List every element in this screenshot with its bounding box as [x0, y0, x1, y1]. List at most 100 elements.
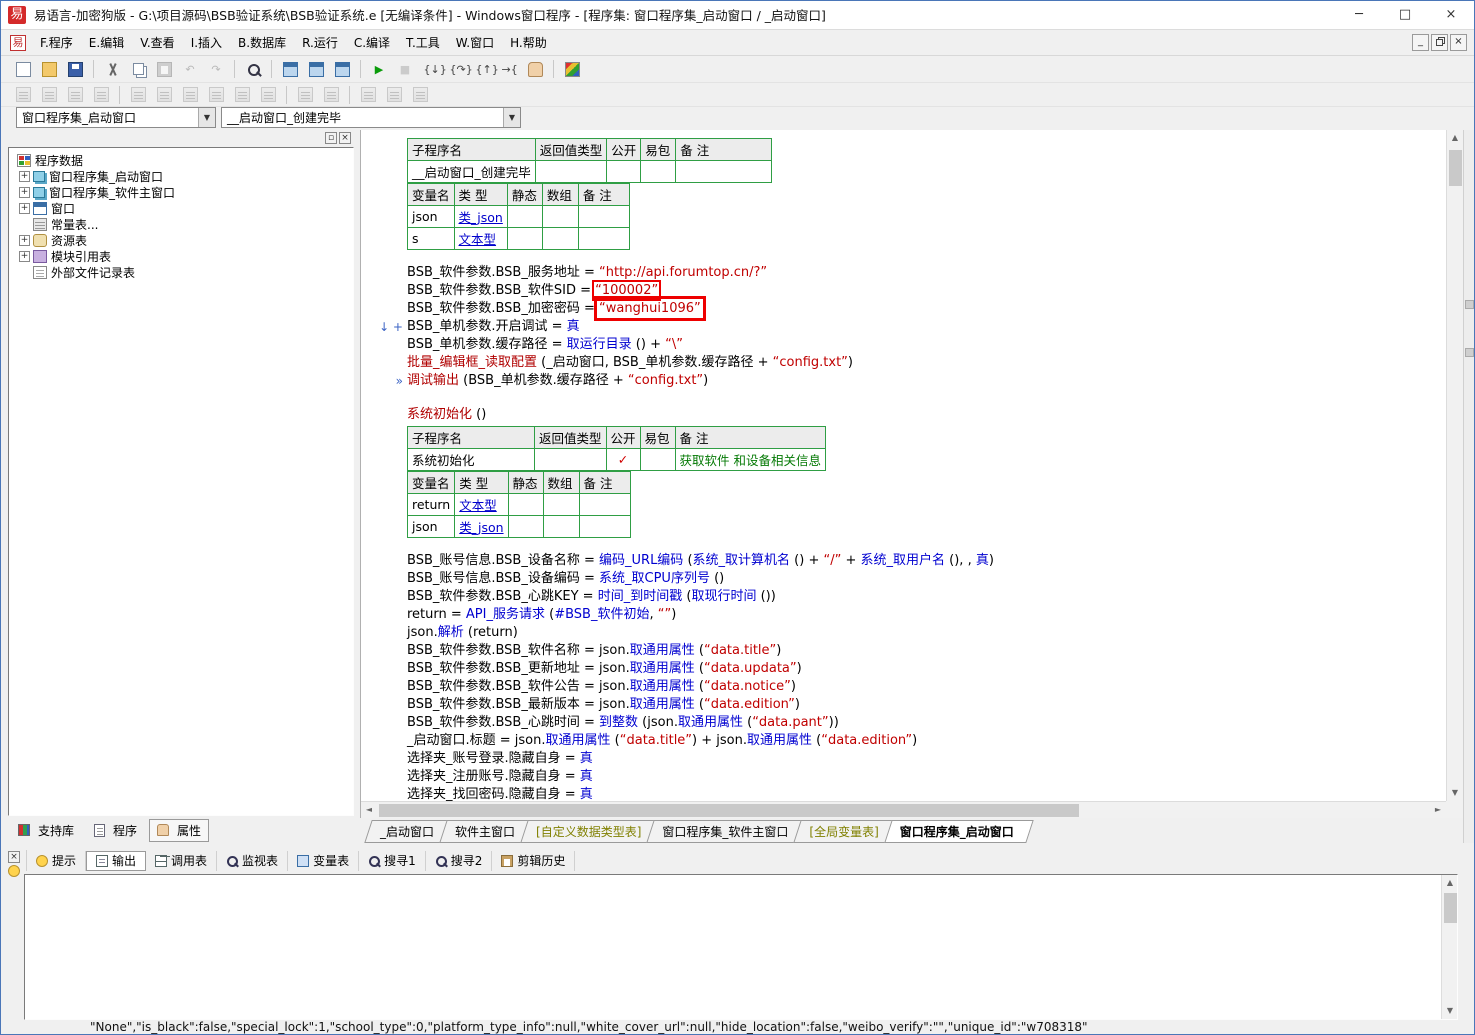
menu-item[interactable]: H.帮助 — [502, 32, 555, 54]
editor-vertical-scrollbar[interactable]: ▲ ▼ — [1446, 130, 1463, 801]
code-line[interactable]: BSB_软件参数.BSB_加密密码 = “wanghui1096” — [407, 296, 1446, 321]
window-tile-button[interactable] — [278, 58, 302, 80]
scroll-up-icon[interactable]: ▲ — [1442, 875, 1458, 891]
menu-item[interactable]: V.查看 — [132, 32, 182, 54]
code-line[interactable]: BSB_软件参数.BSB_最新版本 = json.取通用属性 (“data.ed… — [407, 696, 1446, 714]
scroll-up-icon[interactable]: ▲ — [1447, 130, 1463, 146]
menu-item[interactable]: F.程序 — [32, 32, 81, 54]
expand-icon[interactable]: + — [19, 202, 30, 214]
table-cell[interactable] — [534, 448, 607, 471]
table-cell[interactable] — [541, 227, 579, 250]
find-button[interactable] — [241, 58, 265, 80]
code-line[interactable]: BSB_账号信息.BSB_设备编码 = 系统_取CPU序列号 () — [407, 570, 1446, 588]
code-line[interactable]: 选择夹_账号登录.隐藏自身 = 真 — [407, 750, 1446, 768]
step-into-button[interactable]: {↓} — [419, 58, 447, 80]
menu-item[interactable]: C.编译 — [346, 32, 398, 54]
bottom-tab[interactable]: 剪辑历史 — [492, 850, 576, 871]
code-block[interactable]: BSB_软件参数.BSB_服务地址 = “http://api.forumtop… — [379, 264, 1446, 390]
code-editor[interactable]: 子程序名 返回值类型 公开 易包备 注 __启动窗口_创建完毕 变量名类 型静态 数组备 … — [360, 130, 1463, 818]
table-cell[interactable]: __启动窗口_创建完毕 — [407, 160, 536, 183]
tree-item[interactable]: 外部文件记录表 — [9, 264, 353, 280]
code-line[interactable]: 批量_编辑框_读取配置 (_启动窗口, BSB_单机参数.缓存路径 + “con… — [407, 354, 1446, 372]
menu-item[interactable]: I.插入 — [183, 32, 230, 54]
table-cell[interactable] — [578, 493, 631, 516]
table-cell[interactable]: 类_json — [454, 515, 509, 538]
code-line[interactable]: BSB_软件参数.BSB_心跳KEY = 时间_到时间戳 (取现行时间 ()) — [407, 588, 1446, 606]
table-cell[interactable]: return — [406, 493, 456, 516]
left-tab[interactable]: 支持库 — [10, 819, 82, 842]
window-split-button[interactable] — [304, 58, 328, 80]
table-cell[interactable]: s — [407, 227, 455, 250]
expand-icon[interactable]: + — [19, 170, 30, 182]
table-cell[interactable] — [675, 160, 773, 183]
table-cell[interactable] — [541, 205, 579, 228]
code-line[interactable]: 选择夹_注册账号.隐藏自身 = 真 — [407, 768, 1446, 786]
code-line[interactable]: BSB_账号信息.BSB_设备名称 = 编码_URL编码 (系统_取计算机名 (… — [407, 552, 1446, 570]
expand-icon[interactable]: + — [19, 186, 30, 198]
editor-horizontal-scrollbar[interactable]: ◄ ► — [361, 801, 1446, 818]
code-line[interactable]: » 调试输出 (BSB_单机参数.缓存路径 + “config.txt”) — [396, 372, 1446, 390]
scroll-right-icon[interactable]: ► — [1430, 802, 1446, 818]
menu-item[interactable]: R.运行 — [294, 32, 346, 54]
code-line[interactable]: BSB_软件参数.BSB_软件名称 = json.取通用属性 (“data.ti… — [407, 642, 1446, 660]
mdi-minimize-button[interactable]: _ — [1412, 34, 1429, 51]
editor-tab[interactable]: [全局变量表] — [797, 820, 894, 843]
chevron-down-icon[interactable]: ▼ — [503, 108, 520, 127]
table-cell[interactable] — [542, 515, 580, 538]
editor-tab[interactable]: 窗口程序集_启动窗口 — [888, 820, 1030, 843]
chevron-down-icon[interactable]: ▼ — [198, 108, 215, 127]
table-cell[interactable] — [578, 515, 631, 538]
table-cell[interactable]: json — [406, 515, 456, 538]
output-vertical-scrollbar[interactable]: ▲ ▼ — [1441, 875, 1457, 1019]
code-line[interactable]: BSB_软件参数.BSB_更新地址 = json.取通用属性 (“data.up… — [407, 660, 1446, 678]
menu-item[interactable]: W.窗口 — [448, 32, 502, 54]
bottom-tab[interactable]: 搜寻2 — [426, 850, 493, 871]
table-cell[interactable]: 类_json — [453, 205, 508, 228]
code-line[interactable]: return = API_服务请求 (#BSB_软件初始, “”) — [407, 606, 1446, 624]
tree-item[interactable]: + 资源表 — [9, 232, 353, 248]
close-panel-button[interactable]: × — [8, 851, 20, 863]
table-cell[interactable]: 文本型 — [454, 493, 509, 516]
tree-item[interactable]: 常量表... — [9, 216, 353, 232]
table-cell[interactable] — [577, 205, 630, 228]
code-line[interactable]: ↓ + BSB_单机参数.开启调试 = 真 — [379, 318, 1446, 336]
bottom-tab[interactable]: 搜寻1 — [359, 850, 426, 871]
code-line[interactable]: BSB_软件参数.BSB_服务地址 = “http://api.forumtop… — [407, 264, 1446, 282]
editor-tab[interactable]: _启动窗口 — [368, 820, 450, 843]
code-line[interactable]: 系统初始化 () — [407, 406, 1446, 424]
code-line[interactable]: _启动窗口.标题 = json.取通用属性 (“data.title”) + j… — [407, 732, 1446, 750]
table-cell[interactable] — [534, 160, 608, 183]
assembly-combobox[interactable]: 窗口程序集_启动窗口 ▼ — [16, 107, 216, 128]
cut-button[interactable] — [100, 58, 124, 80]
editor-tab[interactable]: 窗口程序集_软件主窗口 — [650, 820, 804, 843]
table-cell[interactable] — [577, 227, 630, 250]
open-file-button[interactable] — [37, 58, 61, 80]
menu-item[interactable]: B.数据库 — [230, 32, 294, 54]
table-cell[interactable]: 系统初始化 — [407, 448, 535, 471]
code-line[interactable]: BSB_单机参数.缓存路径 = 取运行目录 () + “\” — [407, 336, 1446, 354]
tree-item[interactable]: + 模块引用表 — [9, 248, 353, 264]
step-out-button[interactable]: {↑} — [471, 58, 499, 80]
minimize-button[interactable]: ─ — [1336, 0, 1382, 29]
run-button[interactable]: ▶ — [367, 58, 391, 80]
tree-item[interactable]: 程序数据 — [9, 152, 353, 168]
bottom-tab[interactable]: 变量表 — [288, 850, 360, 871]
copy-button[interactable] — [126, 58, 150, 80]
table-cell[interactable]: json — [407, 205, 455, 228]
menu-item[interactable]: E.编辑 — [81, 32, 132, 54]
hint-icon[interactable] — [8, 865, 20, 877]
table-cell[interactable] — [507, 515, 544, 538]
table-cell[interactable]: 文本型 — [453, 227, 508, 250]
float-panel-button[interactable]: ▫ — [325, 132, 337, 144]
tree-item[interactable]: + 窗口程序集_启动窗口 — [9, 168, 353, 184]
bottom-tab[interactable]: 输出 — [86, 850, 147, 871]
table-cell[interactable]: 获取软件 和设备相关信息 — [674, 448, 827, 471]
bottom-tab[interactable]: 提示 — [27, 850, 87, 871]
expand-icon[interactable]: + — [19, 234, 30, 246]
window-cascade-button[interactable] — [330, 58, 354, 80]
scroll-down-icon[interactable]: ▼ — [1442, 1003, 1458, 1019]
pause-button[interactable] — [523, 58, 547, 80]
step-over-button[interactable]: {↷} — [445, 58, 473, 80]
table-cell[interactable]: ✓ — [605, 448, 641, 471]
bottom-tab[interactable]: 调用表 — [146, 850, 218, 871]
